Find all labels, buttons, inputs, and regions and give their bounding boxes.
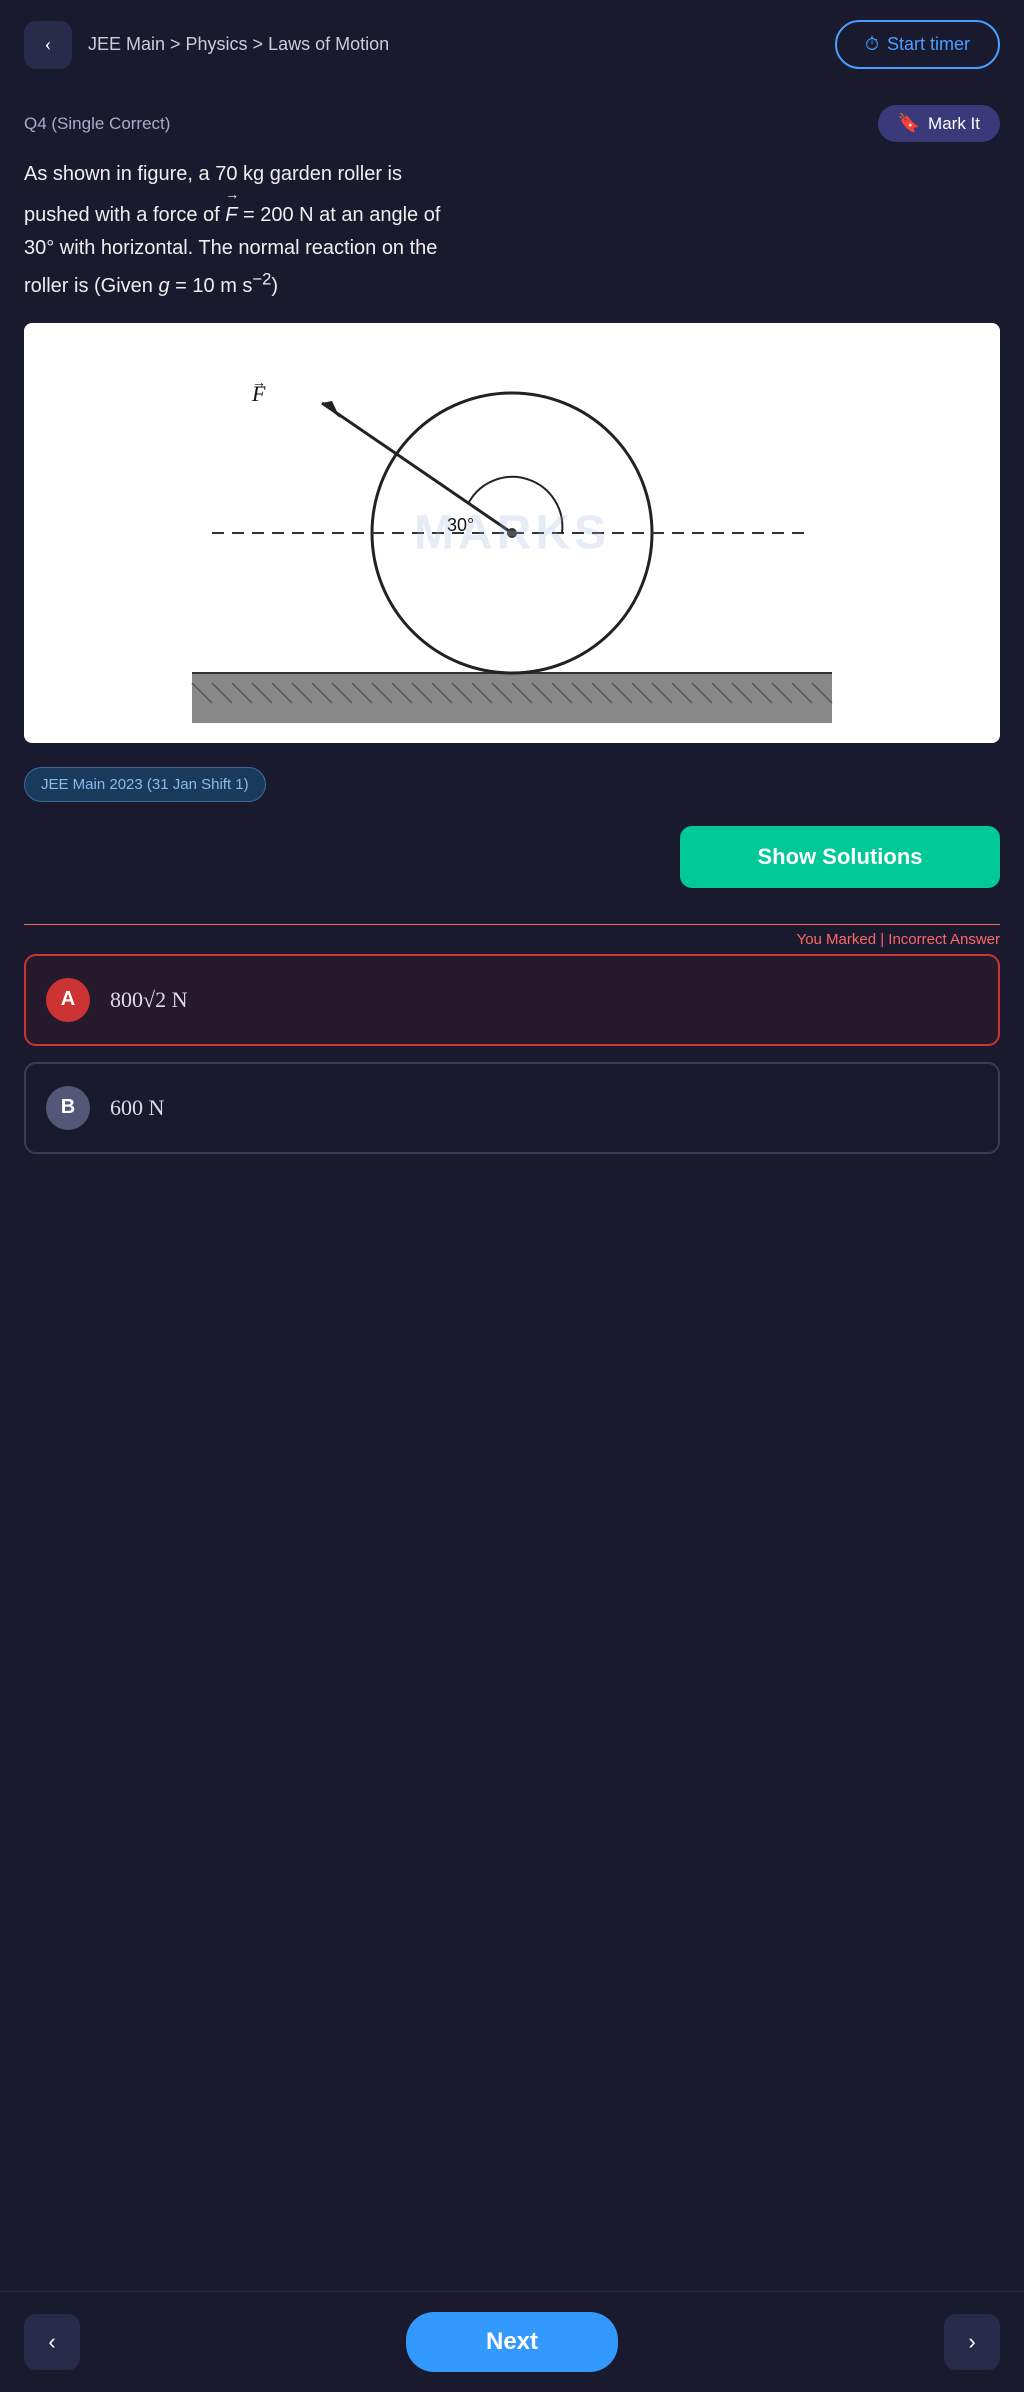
option-a[interactable]: A 800√2 N xyxy=(24,954,1000,1046)
source-tag: JEE Main 2023 (31 Jan Shift 1) xyxy=(24,767,1000,826)
option-b-text: 600 N xyxy=(110,1095,164,1121)
question-area: Q4 (Single Correct) 🔖 Mark It As shown i… xyxy=(0,89,1024,924)
option-a-badge: A xyxy=(46,978,90,1022)
mark-it-button[interactable]: 🔖 Mark It xyxy=(878,105,1000,142)
question-line3: 30° with horizontal. The normal reaction… xyxy=(24,237,437,259)
solutions-section: Show Solutions xyxy=(24,826,1000,924)
question-type-label: Q4 (Single Correct) xyxy=(24,114,170,134)
mark-it-label: Mark It xyxy=(928,114,980,134)
next-arrow-button[interactable]: › xyxy=(944,2314,1000,2370)
figure-svg: F → 30° xyxy=(44,343,980,723)
incorrect-answer-label: You Marked | Incorrect Answer xyxy=(24,924,1000,948)
option-a-text: 800√2 N xyxy=(110,987,187,1013)
question-meta: Q4 (Single Correct) 🔖 Mark It xyxy=(24,105,1000,142)
start-timer-button[interactable]: ⏱ Start timer xyxy=(835,20,1000,69)
header-left: ‹ JEE Main > Physics > Laws of Motion xyxy=(24,21,389,69)
next-arrow-icon: › xyxy=(968,2329,975,2355)
show-solutions-button[interactable]: Show Solutions xyxy=(680,826,1000,888)
question-line1: As shown in figure, a 70 kg garden rolle… xyxy=(24,163,402,185)
question-line2: pushed with a force of →F = 200 N at an … xyxy=(24,204,440,226)
timer-icon: ⏱ xyxy=(865,34,879,55)
svg-text:30°: 30° xyxy=(447,515,474,535)
question-line4: roller is (Given g = 10 m s−2) xyxy=(24,275,278,297)
question-text: As shown in figure, a 70 kg garden rolle… xyxy=(24,158,1000,303)
option-b[interactable]: B 600 N xyxy=(24,1062,1000,1154)
prev-button[interactable]: ‹ xyxy=(24,2314,80,2370)
prev-icon: ‹ xyxy=(48,2329,55,2355)
option-b-badge: B xyxy=(46,1086,90,1130)
svg-text:→: → xyxy=(252,376,266,391)
back-button[interactable]: ‹ xyxy=(24,21,72,69)
next-button[interactable]: Next xyxy=(406,2312,618,2372)
force-symbol: F xyxy=(225,204,237,226)
options-container: You Marked | Incorrect Answer A 800√2 N … xyxy=(0,924,1024,1154)
header: ‹ JEE Main > Physics > Laws of Motion ⏱ … xyxy=(0,0,1024,89)
timer-label: Start timer xyxy=(887,34,970,55)
back-icon: ‹ xyxy=(45,33,52,56)
bookmark-icon: 🔖 xyxy=(898,113,920,134)
source-tag-text: JEE Main 2023 (31 Jan Shift 1) xyxy=(24,767,266,802)
bottom-nav: ‹ Next › xyxy=(0,2291,1024,2392)
breadcrumb: JEE Main > Physics > Laws of Motion xyxy=(88,34,389,55)
figure-container: MARKS xyxy=(24,323,1000,743)
